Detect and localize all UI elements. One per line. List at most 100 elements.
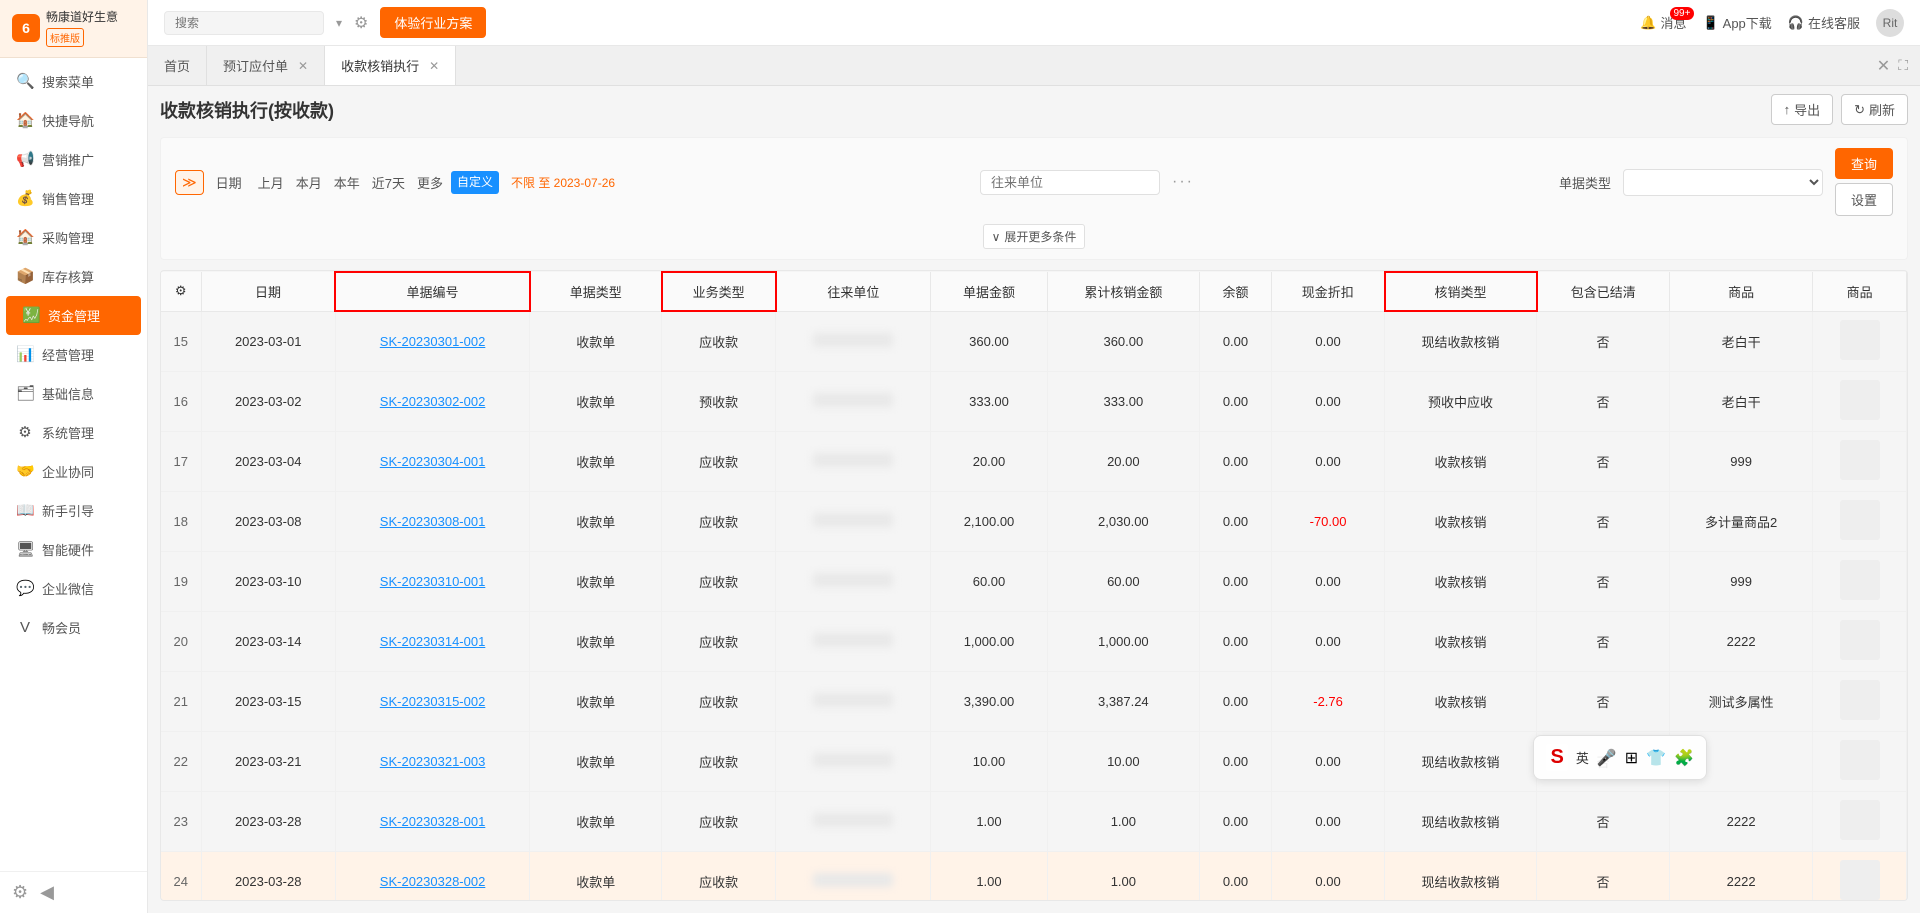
sidebar-logo: 6 畅康道好生意 标推版 <box>0 0 147 58</box>
sidebar-item-collab[interactable]: 🤝 企业协同 <box>0 452 147 491</box>
col-goods2[interactable]: 商品 <box>1813 272 1907 311</box>
col-doc-no[interactable]: 单据编号 <box>335 272 529 311</box>
col-goods[interactable]: 商品 <box>1669 272 1812 311</box>
settings-icon[interactable]: ⚙ <box>354 13 368 33</box>
cell-goods2 <box>1813 491 1907 551</box>
doc-no-link[interactable]: SK-20230302-002 <box>380 394 486 409</box>
col-partner[interactable]: 往来单位 <box>776 272 931 311</box>
cell-verify-type: 现结收款核销 <box>1385 791 1537 851</box>
sidebar-item-system[interactable]: ⚙ 系统管理 <box>0 413 147 452</box>
app-download-button[interactable]: 📱 App下载 <box>1702 13 1771 32</box>
col-doc-type[interactable]: 单据类型 <box>530 272 662 311</box>
last-7days-button[interactable]: 近7天 <box>368 171 409 194</box>
settings-icon[interactable]: ⚙ <box>12 882 28 903</box>
sidebar-item-marketing[interactable]: 📢 营销推广 <box>0 140 147 179</box>
sidebar-item-purchase-label: 采购管理 <box>42 228 94 247</box>
table-row: 23 2023-03-28 SK-20230328-001 收款单 应收款 1.… <box>161 791 1907 851</box>
cell-doc-no: SK-20230301-002 <box>335 311 529 371</box>
cell-doc-no: SK-20230308-001 <box>335 491 529 551</box>
filter-toggle-button[interactable]: ≫ <box>175 170 204 195</box>
cell-doc-type: 收款单 <box>530 371 662 431</box>
col-include-settled[interactable]: 包含已结清 <box>1537 272 1670 311</box>
date-filter-label: 日期 <box>216 173 242 192</box>
sidebar-bottom: ⚙ ◀ <box>0 871 147 913</box>
cell-balance: 0.00 <box>1199 491 1271 551</box>
sidebar-item-guide[interactable]: 📖 新手引导 <box>0 491 147 530</box>
last-month-button[interactable]: 上月 <box>254 171 288 194</box>
finance-icon: 💹 <box>22 306 40 324</box>
quick-icon: 🏠 <box>16 111 34 129</box>
sidebar-item-purchase[interactable]: 🏠 采购管理 <box>0 218 147 257</box>
col-verify-type[interactable]: 核销类型 <box>1385 272 1537 311</box>
cell-discount: 0.00 <box>1272 791 1385 851</box>
sidebar-item-search[interactable]: 🔍 搜索菜单 <box>0 62 147 101</box>
partner-blurred <box>813 633 893 647</box>
expand-more-conditions-button[interactable]: ∨ 展开更多条件 <box>983 224 1086 249</box>
cell-amount: 2,100.00 <box>931 491 1048 551</box>
cell-goods: 2222 <box>1669 611 1812 671</box>
partner-unit-input[interactable] <box>980 170 1160 195</box>
online-service-button[interactable]: 🎧 在线客服 <box>1788 13 1860 32</box>
collapse-icon[interactable]: ◀ <box>40 882 54 903</box>
tab-receivable-close[interactable]: ✕ <box>429 59 439 73</box>
col-biz-type[interactable]: 业务类型 <box>662 272 776 311</box>
tab-receivable[interactable]: 收款核销执行 ✕ <box>325 46 456 85</box>
sidebar-item-hardware[interactable]: 🖥 智能硬件 <box>0 530 147 569</box>
sidebar-item-sales[interactable]: 💰 销售管理 <box>0 179 147 218</box>
col-discount[interactable]: 现金折扣 <box>1272 272 1385 311</box>
doc-no-link[interactable]: SK-20230304-001 <box>380 454 486 469</box>
cell-balance: 0.00 <box>1199 371 1271 431</box>
export-button[interactable]: ↑ 导出 <box>1771 94 1834 125</box>
this-year-button[interactable]: 本年 <box>330 171 364 194</box>
more-options-dots[interactable]: ··· <box>1172 173 1194 191</box>
close-all-icon[interactable]: ✕ <box>1877 56 1890 76</box>
refresh-button[interactable]: ↻ 刷新 <box>1841 94 1908 125</box>
doc-type-select[interactable] <box>1623 169 1823 196</box>
tab-home[interactable]: 首页 <box>148 46 207 85</box>
query-button[interactable]: 查询 <box>1835 148 1893 179</box>
collab-icon: 🤝 <box>16 462 34 480</box>
col-settings[interactable]: ⚙ <box>161 272 201 311</box>
cell-include-settled: 否 <box>1537 671 1670 731</box>
page-header: 收款核销执行(按收款) ↑ 导出 ↻ 刷新 <box>160 94 1908 125</box>
settings-button[interactable]: 设置 <box>1835 183 1893 216</box>
doc-no-link[interactable]: SK-20230328-002 <box>380 874 486 889</box>
doc-no-link[interactable]: SK-20230328-001 <box>380 814 486 829</box>
sidebar-item-inventory[interactable]: 📦 库存核算 <box>0 257 147 296</box>
doc-no-link[interactable]: SK-20230310-001 <box>380 574 486 589</box>
search-input[interactable] <box>164 11 324 35</box>
cell-include-settled: 否 <box>1537 371 1670 431</box>
col-verified[interactable]: 累计核销金额 <box>1047 272 1199 311</box>
cell-date: 2023-03-01 <box>201 311 335 371</box>
doc-no-link[interactable]: SK-20230308-001 <box>380 514 486 529</box>
col-balance[interactable]: 余额 <box>1199 272 1271 311</box>
chevron-down-icon: ∨ <box>992 230 1001 244</box>
sidebar-item-quick[interactable]: 🏠 快捷导航 <box>0 101 147 140</box>
sidebar-item-operations[interactable]: 📊 经营管理 <box>0 335 147 374</box>
this-month-button[interactable]: 本月 <box>292 171 326 194</box>
avatar[interactable]: Rit <box>1876 9 1904 37</box>
tab-prepay-close[interactable]: ✕ <box>298 59 308 73</box>
industry-solution-button[interactable]: 体验行业方案 <box>380 7 486 38</box>
cell-partner <box>776 671 931 731</box>
col-date[interactable]: 日期 <box>201 272 335 311</box>
doc-no-link[interactable]: SK-20230314-001 <box>380 634 486 649</box>
cell-goods2 <box>1813 311 1907 371</box>
notification-button[interactable]: 🔔 消息 99+ <box>1640 13 1686 32</box>
doc-no-link[interactable]: SK-20230315-002 <box>380 694 486 709</box>
custom-date-button[interactable]: 自定义 <box>451 171 499 194</box>
more-dates-button[interactable]: 更多 <box>413 171 447 194</box>
sidebar-item-wechat[interactable]: 💬 企业微信 <box>0 569 147 608</box>
expand-icon[interactable]: ⛶ <box>1898 57 1908 74</box>
sidebar-item-member[interactable]: V 畅会员 <box>0 608 147 647</box>
tab-prepay[interactable]: 预订应付单 ✕ <box>207 46 325 85</box>
cell-goods: 999 <box>1669 551 1812 611</box>
cell-biz-type: 预收款 <box>662 371 776 431</box>
sidebar-item-finance[interactable]: 💹 资金管理 <box>6 296 141 335</box>
sidebar-item-member-label: 畅会员 <box>42 618 81 637</box>
avatar-text: Rit <box>1883 16 1898 30</box>
doc-no-link[interactable]: SK-20230301-002 <box>380 334 486 349</box>
sidebar-item-basic[interactable]: 🗂 基础信息 <box>0 374 147 413</box>
doc-no-link[interactable]: SK-20230321-003 <box>380 754 486 769</box>
col-amount[interactable]: 单据金额 <box>931 272 1048 311</box>
